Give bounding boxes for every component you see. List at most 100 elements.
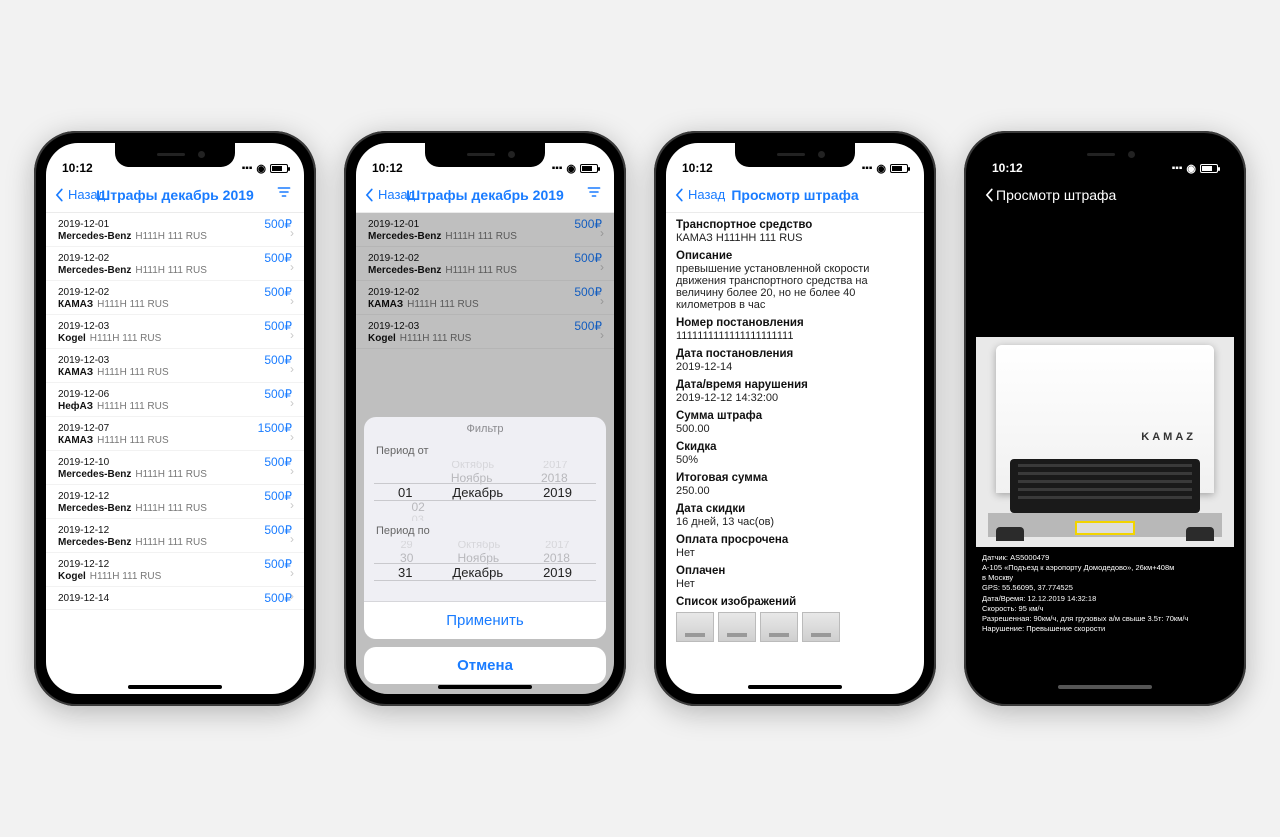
wifi-icon: ◉ (876, 162, 886, 175)
fine-date: 2019-12-03 (58, 321, 109, 332)
license-plate-highlight (1075, 521, 1135, 535)
fine-date: 2019-12-14 (58, 593, 109, 604)
fine-row[interactable]: 2019-12-14 500₽› (46, 587, 304, 610)
order-value: 1111111111111111111111 (676, 330, 914, 342)
fine-plate: H111H 111 RUS (97, 401, 169, 412)
overdue-header: Оплата просрочена (676, 534, 914, 546)
back-label: Назад (378, 187, 415, 202)
fines-list[interactable]: 2019-12-01 500₽ Mercedes-Benz H111H 111 RUS… (46, 213, 304, 694)
fine-row[interactable]: 2019-12-01500₽Mercedes-BenzH111H 111 RUS… (46, 213, 304, 247)
chevron-right-icon: › (290, 396, 294, 410)
fine-amount: 500₽ (264, 251, 292, 265)
fine-row[interactable]: 2019-12-12500₽Mercedes-BenzH111H 111 RUS… (46, 519, 304, 553)
filter-button[interactable] (268, 180, 300, 209)
thumb-3[interactable] (760, 612, 798, 642)
fine-make: КАМАЗ (58, 367, 93, 378)
picker-to[interactable]: 29Октябрь2017 30Ноябрь2018 31Декабрь2019 (364, 541, 606, 601)
fine-amount: 500₽ (264, 591, 292, 605)
thumb-1[interactable] (676, 612, 714, 642)
chevron-right-icon: › (290, 589, 294, 603)
paid-header: Оплачен (676, 565, 914, 577)
fine-plate: H111H 111 RUS (90, 333, 162, 344)
fine-row[interactable]: 2019-12-03500₽КАМАЗH111H 111 RUS› (46, 349, 304, 383)
back-button[interactable]: Назад (360, 183, 417, 206)
meta-line: GPS: 55.56095, 37.774525 (982, 583, 1228, 593)
fine-amount: 500₽ (264, 319, 292, 333)
thumb-4[interactable] (802, 612, 840, 642)
desc-value: превышение установленной скорости движен… (676, 263, 914, 311)
picker-from[interactable]: Октябрь2017 Ноябрь2018 01Декабрь2019 02 … (364, 461, 606, 521)
wifi-icon: ◉ (1186, 162, 1196, 175)
fine-row[interactable]: 2019-12-03500₽KogelH111H 111 RUS› (46, 315, 304, 349)
nav-title: Просмотр штрафа (996, 187, 1116, 203)
back-button[interactable] (980, 184, 998, 206)
battery-icon (270, 164, 288, 173)
total-header: Итоговая сумма (676, 472, 914, 484)
fine-make: Mercedes-Benz (58, 537, 131, 548)
meta-line: Нарушение: Превышение скорости (982, 624, 1228, 634)
chevron-left-icon (672, 188, 686, 202)
wifi-icon: ◉ (256, 162, 266, 175)
fine-make: Kogel (58, 571, 86, 582)
image-viewer[interactable]: KAMAZ Датчик: AS5000479А-105 «Подъезд к … (976, 213, 1234, 694)
meta-line: Датчик: AS5000479 (982, 553, 1228, 563)
fine-amount: 500₽ (264, 557, 292, 571)
fine-make: Mercedes-Benz (58, 469, 131, 480)
fine-make: НефАЗ (58, 401, 93, 412)
fine-row[interactable]: 2019-12-12500₽Mercedes-BenzH111H 111 RUS… (46, 485, 304, 519)
fine-detail[interactable]: Транспортное средство КАМАЗ H111HH 111 R… (666, 213, 924, 694)
fine-date: 2019-12-07 (58, 423, 109, 434)
meta-line: Разрешенная: 90км/ч, для грузовых а/м св… (982, 614, 1228, 624)
overdue-value: Нет (676, 547, 914, 559)
image-thumbs (676, 612, 914, 642)
fine-make: Mercedes-Benz (58, 231, 131, 242)
sum-value: 500.00 (676, 423, 914, 435)
filter-button[interactable] (578, 180, 610, 209)
battery-icon (1200, 164, 1218, 173)
home-indicator (1058, 685, 1152, 689)
viol-dt-value: 2019-12-12 14:32:00 (676, 392, 914, 404)
fine-amount: 500₽ (264, 387, 292, 401)
phone-fines-list: 10:12 ▪▪▪ ◉ Назад Штрафы декабрь 2019 20… (34, 131, 316, 706)
sum-header: Сумма штрафа (676, 410, 914, 422)
fine-row[interactable]: 2019-12-10500₽Mercedes-BenzH111H 111 RUS… (46, 451, 304, 485)
fine-date: 2019-12-01 (58, 219, 109, 230)
thumb-2[interactable] (718, 612, 756, 642)
phone-viewer: 10:12 ▪▪▪ ◉ Просмотр штрафа KAMAZ (964, 131, 1246, 706)
cancel-button[interactable]: Отмена (364, 647, 606, 684)
fine-date: 2019-12-12 (58, 559, 109, 570)
order-header: Номер постановления (676, 317, 914, 329)
back-button[interactable]: Назад (50, 183, 107, 206)
signal-icon: ▪▪▪ (1172, 163, 1183, 174)
order-date-header: Дата постановления (676, 348, 914, 360)
meta-line: Скорость: 95 км/ч (982, 604, 1228, 614)
chevron-right-icon: › (290, 532, 294, 546)
fine-date: 2019-12-03 (58, 355, 109, 366)
fine-row[interactable]: 2019-12-02500₽КАМАЗH111H 111 RUS› (46, 281, 304, 315)
sheet-title: Фильтр (364, 417, 606, 441)
fine-make: КАМАЗ (58, 299, 93, 310)
signal-icon: ▪▪▪ (552, 163, 563, 174)
back-button[interactable]: Назад (670, 183, 727, 206)
chevron-right-icon: › (290, 226, 294, 240)
home-indicator (128, 685, 222, 689)
meta-line: Дата/Время: 12.12.2019 14:32:18 (982, 594, 1228, 604)
fine-row[interactable]: 2019-12-12500₽KogelH111H 111 RUS› (46, 553, 304, 587)
fine-amount: 1500₽ (258, 421, 292, 435)
battery-icon (580, 164, 598, 173)
fine-plate: H111H 111 RUS (135, 537, 207, 548)
chevron-right-icon: › (290, 328, 294, 342)
fine-row[interactable]: 2019-12-06500₽НефАЗH111H 111 RUS› (46, 383, 304, 417)
chevron-right-icon: › (290, 464, 294, 478)
viol-dt-header: Дата/время нарушения (676, 379, 914, 391)
order-date-value: 2019-12-14 (676, 361, 914, 373)
apply-button[interactable]: Применить (364, 601, 606, 639)
fine-row[interactable]: 2019-12-02500₽Mercedes-BenzH111H 111 RUS… (46, 247, 304, 281)
status-time: 10:12 (62, 161, 93, 175)
fine-plate: H111H 111 RUS (135, 231, 207, 242)
fine-amount: 500₽ (264, 455, 292, 469)
chevron-right-icon: › (290, 362, 294, 376)
status-icons: ▪▪▪ ◉ (552, 162, 598, 175)
fine-make: Mercedes-Benz (58, 265, 131, 276)
fine-row[interactable]: 2019-12-071500₽КАМАЗH111H 111 RUS› (46, 417, 304, 451)
